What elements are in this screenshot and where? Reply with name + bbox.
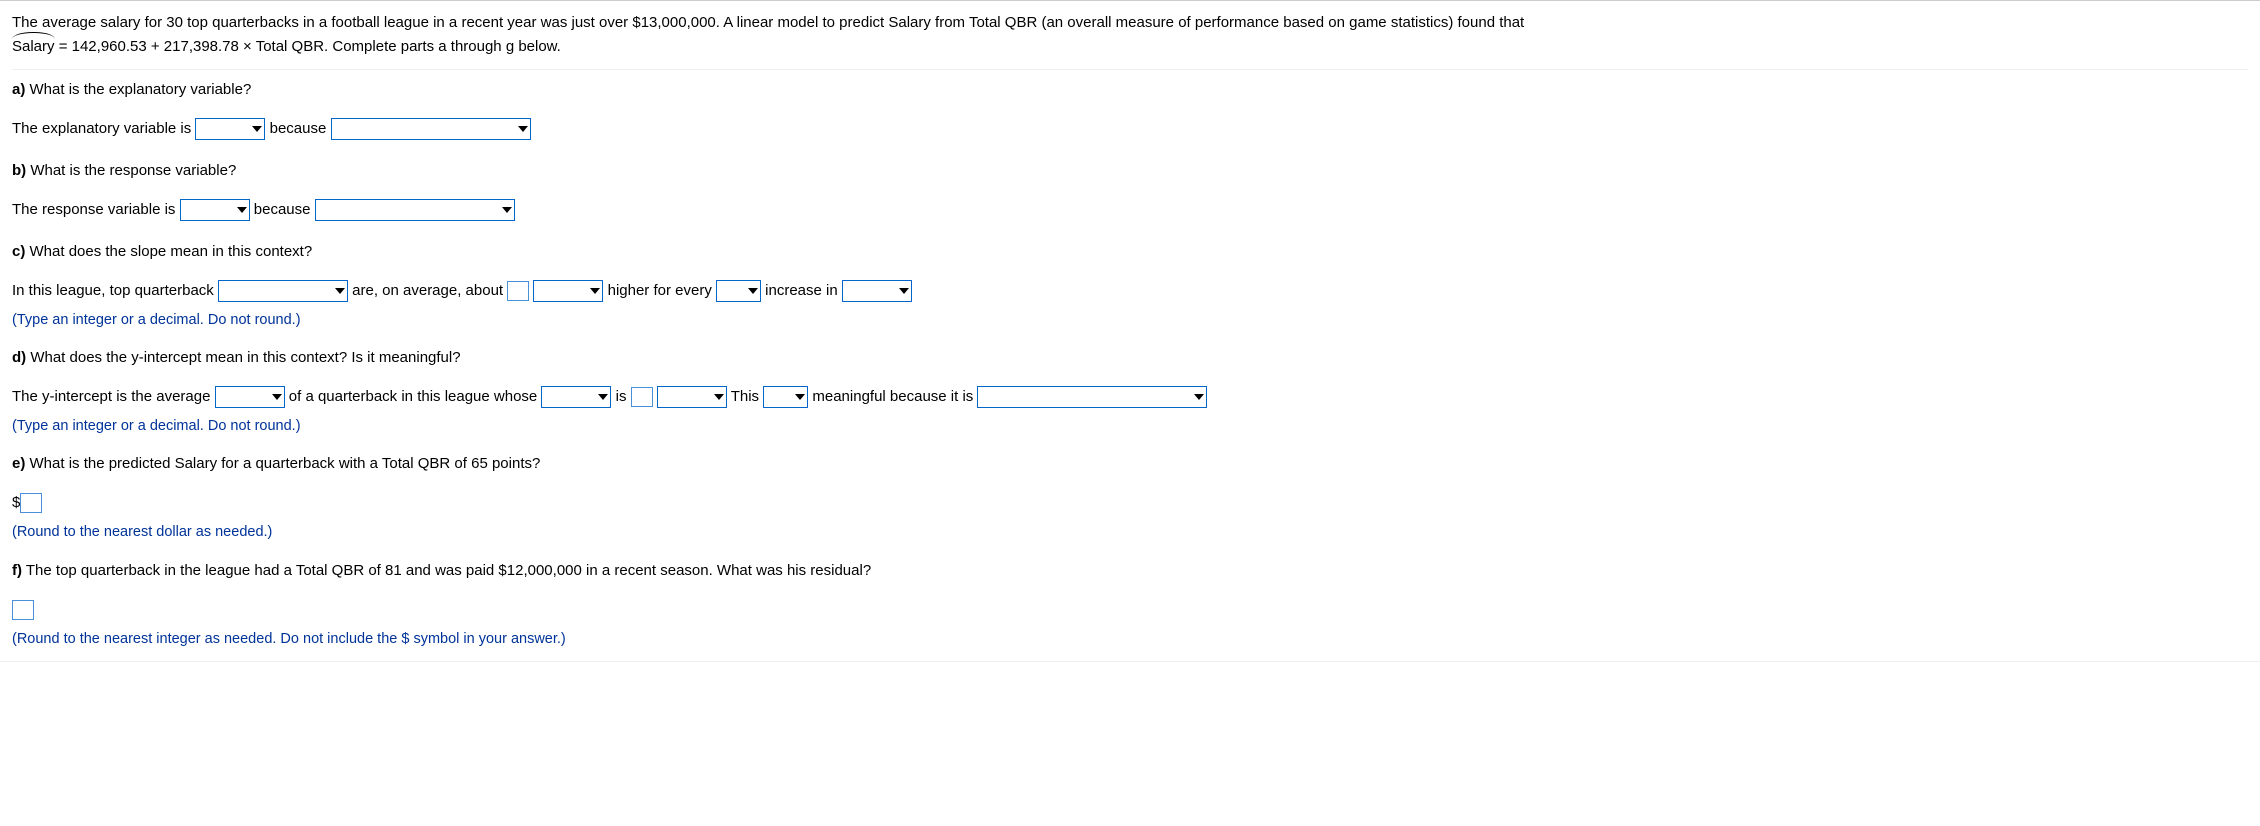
part-d: d) What does the y-intercept mean in thi… — [12, 346, 2248, 438]
chevron-down-icon — [252, 126, 262, 132]
part-a-dropdown-1[interactable] — [195, 118, 265, 140]
part-d-dropdown-2[interactable] — [541, 386, 611, 408]
part-c-prefix: In this league, top quarterback — [12, 282, 218, 299]
part-a-because: because — [270, 120, 331, 137]
part-d-mid4: meaningful because it is — [812, 388, 977, 405]
part-f-input[interactable] — [12, 600, 34, 620]
part-d-mid2: is — [616, 388, 631, 405]
chevron-down-icon — [598, 394, 608, 400]
part-c-input[interactable] — [507, 281, 529, 301]
part-c-dropdown-4[interactable] — [842, 280, 912, 302]
part-b-label: b) — [12, 162, 26, 179]
part-d-prefix: The y-intercept is the average — [12, 388, 215, 405]
part-b-dropdown-1[interactable] — [180, 199, 250, 221]
part-c-mid1: are, on average, about — [352, 282, 507, 299]
chevron-down-icon — [237, 207, 247, 213]
part-c-instruction: (Type an integer or a decimal. Do not ro… — [12, 309, 2248, 332]
part-c-dropdown-1[interactable] — [218, 280, 348, 302]
part-a-label: a) — [12, 81, 25, 98]
chevron-down-icon — [748, 288, 758, 294]
dollar-sign: $ — [12, 494, 20, 511]
part-d-dropdown-3[interactable] — [657, 386, 727, 408]
part-a-text: What is the explanatory variable? — [25, 81, 251, 98]
chevron-down-icon — [272, 394, 282, 400]
chevron-down-icon — [335, 288, 345, 294]
part-a-answer: The explanatory variable is because — [12, 112, 2248, 145]
part-e-text: What is the predicted Salary for a quart… — [25, 455, 540, 472]
salary-hat: Salary — [12, 35, 55, 59]
part-b-question: b) What is the response variable? — [12, 159, 2248, 183]
part-d-mid3: This — [731, 388, 764, 405]
chevron-down-icon — [590, 288, 600, 294]
chevron-down-icon — [795, 394, 805, 400]
part-e-question: e) What is the predicted Salary for a qu… — [12, 452, 2248, 476]
part-d-instruction: (Type an integer or a decimal. Do not ro… — [12, 415, 2248, 438]
part-b-because: because — [254, 201, 315, 218]
chevron-down-icon — [518, 126, 528, 132]
part-d-input[interactable] — [631, 387, 653, 407]
part-c-mid2: higher for every — [608, 282, 716, 299]
part-c-dropdown-3[interactable] — [716, 280, 761, 302]
part-c-question: c) What does the slope mean in this cont… — [12, 240, 2248, 264]
part-f-question: f) The top quarterback in the league had… — [12, 559, 2248, 583]
part-f: f) The top quarterback in the league had… — [12, 559, 2248, 651]
problem-statement: The average salary for 30 top quarterbac… — [12, 11, 2248, 70]
part-e: e) What is the predicted Salary for a qu… — [12, 452, 2248, 544]
part-f-label: f) — [12, 562, 22, 579]
part-a-prefix: The explanatory variable is — [12, 120, 195, 137]
part-f-answer — [12, 593, 2248, 626]
part-b: b) What is the response variable? The re… — [12, 159, 2248, 226]
part-d-label: d) — [12, 349, 26, 366]
part-f-instruction: (Round to the nearest integer as needed.… — [12, 628, 2248, 651]
part-d-dropdown-4[interactable] — [763, 386, 808, 408]
part-d-dropdown-5[interactable] — [977, 386, 1207, 408]
part-c-label: c) — [12, 243, 25, 260]
part-d-question: d) What does the y-intercept mean in thi… — [12, 346, 2248, 370]
chevron-down-icon — [899, 288, 909, 294]
part-a-question: a) What is the explanatory variable? — [12, 78, 2248, 102]
part-c-text: What does the slope mean in this context… — [25, 243, 312, 260]
problem-text-1: The average salary for 30 top quarterbac… — [12, 14, 1524, 31]
part-e-input[interactable] — [20, 493, 42, 513]
chevron-down-icon — [1194, 394, 1204, 400]
part-c-dropdown-2[interactable] — [533, 280, 603, 302]
part-d-mid1: of a quarterback in this league whose — [289, 388, 542, 405]
part-b-dropdown-2[interactable] — [315, 199, 515, 221]
part-a: a) What is the explanatory variable? The… — [12, 78, 2248, 145]
part-e-instruction: (Round to the nearest dollar as needed.) — [12, 521, 2248, 544]
part-e-label: e) — [12, 455, 25, 472]
part-f-text: The top quarterback in the league had a … — [22, 562, 871, 579]
part-b-text: What is the response variable? — [26, 162, 236, 179]
chevron-down-icon — [502, 207, 512, 213]
part-d-text: What does the y-intercept mean in this c… — [26, 349, 460, 366]
part-c-mid3: increase in — [765, 282, 842, 299]
part-b-answer: The response variable is because — [12, 193, 2248, 226]
part-c: c) What does the slope mean in this cont… — [12, 240, 2248, 332]
part-d-answer: The y-intercept is the average of a quar… — [12, 380, 2248, 413]
part-c-answer: In this league, top quarterback are, on … — [12, 274, 2248, 307]
part-d-dropdown-1[interactable] — [215, 386, 285, 408]
part-e-answer: $ — [12, 486, 2248, 519]
problem-equation: = 142,960.53 + 217,398.78 × Total QBR. C… — [55, 38, 561, 55]
part-b-prefix: The response variable is — [12, 201, 180, 218]
part-a-dropdown-2[interactable] — [331, 118, 531, 140]
chevron-down-icon — [714, 394, 724, 400]
